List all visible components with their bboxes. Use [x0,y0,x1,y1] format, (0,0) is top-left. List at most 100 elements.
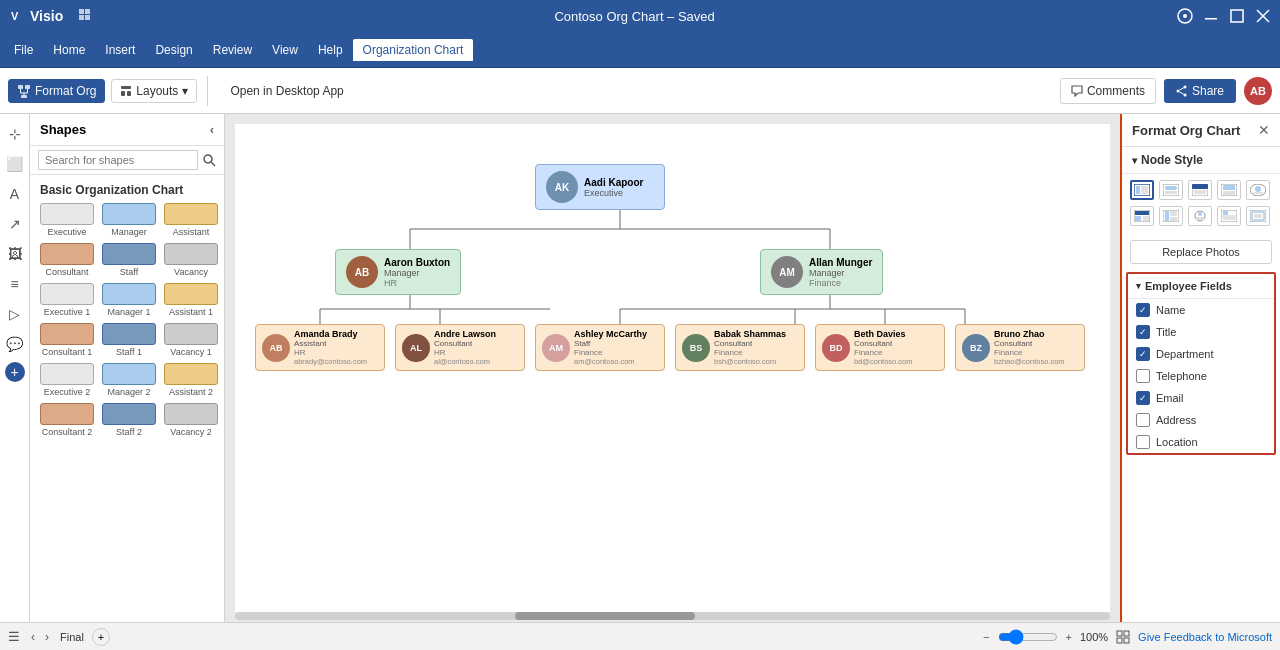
grid-icon[interactable] [79,9,93,23]
shape-executive-1[interactable]: Executive 1 [38,281,96,319]
format-close-button[interactable]: ✕ [1258,122,1270,138]
tool-add[interactable]: + [5,362,25,382]
maximize-icon[interactable] [1228,7,1246,25]
shape-executive[interactable]: Executive [38,201,96,239]
style-btn-6[interactable] [1130,206,1154,226]
style-btn-4[interactable] [1217,180,1241,200]
field-checkbox-telephone[interactable] [1136,369,1150,383]
style-btn-7[interactable] [1159,206,1183,226]
shapes-search-input[interactable] [38,150,198,170]
style-btn-2[interactable] [1159,180,1183,200]
zoom-in-button[interactable]: + [1066,631,1072,643]
field-checkbox-department[interactable] [1136,347,1150,361]
shape-staff-1[interactable]: Staff 1 [100,321,158,359]
node-aadi-kapoor[interactable]: AK Aadi Kapoor Executive [535,164,665,210]
tool-image[interactable]: 🖼 [3,242,27,266]
nav-menu-button[interactable]: ☰ [8,629,20,644]
share-button[interactable]: Share [1164,79,1236,103]
style-btn-5[interactable] [1246,180,1270,200]
style-btn-3[interactable] [1188,180,1212,200]
close-icon[interactable] [1254,7,1272,25]
shape-consultant[interactable]: Consultant [38,241,96,279]
node-style-header[interactable]: ▾ Node Style [1122,147,1280,174]
menu-org-chart[interactable]: Organization Chart [353,39,474,61]
tool-data[interactable]: ≡ [3,272,27,296]
shape-consultant-1[interactable]: Consultant 1 [38,321,96,359]
zoom-out-button[interactable]: − [983,631,989,643]
node-bruno-title: Consultant [994,339,1065,348]
shape-staff-2[interactable]: Staff 2 [100,401,158,439]
shape-manager-1[interactable]: Manager 1 [100,281,158,319]
svg-rect-79 [1117,638,1122,643]
node-babak-shammas[interactable]: BS Babak Shammas Consultant Finance bsh@… [675,324,805,371]
canvas-area[interactable]: AK Aadi Kapoor Executive AB Aaron Buxton… [225,114,1120,622]
shape-manager-2[interactable]: Manager 2 [100,361,158,399]
menu-help[interactable]: Help [308,39,353,61]
node-andre-lawson[interactable]: AL Andre Lawson Consultant HR al@contoso… [395,324,525,371]
tool-review[interactable]: 💬 [3,332,27,356]
h-scrollbar[interactable] [235,612,1110,620]
field-checkbox-name[interactable] [1136,303,1150,317]
field-checkbox-email[interactable] [1136,391,1150,405]
menu-insert[interactable]: Insert [95,39,145,61]
style-btn-1[interactable] [1130,180,1154,200]
shape-vacancy[interactable]: Vacancy [162,241,220,279]
field-checkbox-address[interactable] [1136,413,1150,427]
settings-icon[interactable] [1176,7,1194,25]
shapes-collapse-icon[interactable]: ‹ [210,122,214,137]
fit-page-icon[interactable] [1116,630,1130,644]
tool-shapes[interactable]: ⬜ [3,152,27,176]
menu-home[interactable]: Home [43,39,95,61]
page-next-button[interactable]: › [42,630,52,644]
node-allan-munger[interactable]: AM Allan Munger Manager Finance [760,249,883,295]
format-org-button[interactable]: Format Org [8,79,105,103]
shape-assistant[interactable]: Assistant [162,201,220,239]
node-aaron-buxton[interactable]: AB Aaron Buxton Manager HR [335,249,461,295]
zoom-slider[interactable] [998,629,1058,645]
layouts-dropdown-icon[interactable]: ▾ [182,84,188,98]
node-amanda-brady[interactable]: AB Amanda Brady Assistant HR abrady@cont… [255,324,385,371]
menu-review[interactable]: Review [203,39,262,61]
svg-rect-61 [1135,216,1141,221]
page-prev-button[interactable]: ‹ [28,630,38,644]
tool-text[interactable]: A [3,182,27,206]
user-avatar[interactable]: AB [1244,77,1272,105]
tool-connect[interactable]: ↗ [3,212,27,236]
menu-file[interactable]: File [4,39,43,61]
node-beth-davies[interactable]: BD Beth Davies Consultant Finance bd@con… [815,324,945,371]
shape-staff[interactable]: Staff [100,241,158,279]
layouts-button[interactable]: Layouts ▾ [111,79,197,103]
node-amanda-dept: HR [294,348,367,357]
shape-executive-2[interactable]: Executive 2 [38,361,96,399]
comments-button[interactable]: Comments [1060,78,1156,104]
shape-assistant-2[interactable]: Assistant 2 [162,361,220,399]
shape-vacancy-1[interactable]: Vacancy 1 [162,321,220,359]
feedback-link[interactable]: Give Feedback to Microsoft [1138,631,1272,643]
employee-fields-chevron[interactable]: ▾ [1136,281,1141,291]
tool-pointer[interactable]: ⊹ [3,122,27,146]
field-checkbox-title[interactable] [1136,325,1150,339]
field-checkbox-location[interactable] [1136,435,1150,449]
canvas-inner[interactable]: AK Aadi Kapoor Executive AB Aaron Buxton… [235,124,1110,612]
svg-rect-73 [1223,217,1235,220]
field-label-email: Email [1156,392,1184,404]
node-ashley-mccarthy[interactable]: AM Ashley McCarthy Staff Finance am@cont… [535,324,665,371]
avatar-babak: BS [682,334,710,362]
menu-view[interactable]: View [262,39,308,61]
tool-process[interactable]: ▷ [3,302,27,326]
replace-photos-button[interactable]: Replace Photos [1130,240,1272,264]
minimize-icon[interactable] [1202,7,1220,25]
shape-manager[interactable]: Manager [100,201,158,239]
node-bruno-zhao[interactable]: BZ Bruno Zhao Consultant Finance bzhao@c… [955,324,1085,371]
style-btn-10[interactable] [1246,206,1270,226]
search-icon[interactable] [202,153,216,167]
shape-assistant-1[interactable]: Assistant 1 [162,281,220,319]
style-btn-8[interactable] [1188,206,1212,226]
shape-vacancy-2[interactable]: Vacancy 2 [162,401,220,439]
h-scrollbar-thumb[interactable] [515,612,695,620]
open-desktop-button[interactable]: Open in Desktop App [218,80,355,102]
menu-design[interactable]: Design [145,39,202,61]
style-btn-9[interactable] [1217,206,1241,226]
add-page-button[interactable]: + [92,628,110,646]
shape-consultant-2[interactable]: Consultant 2 [38,401,96,439]
